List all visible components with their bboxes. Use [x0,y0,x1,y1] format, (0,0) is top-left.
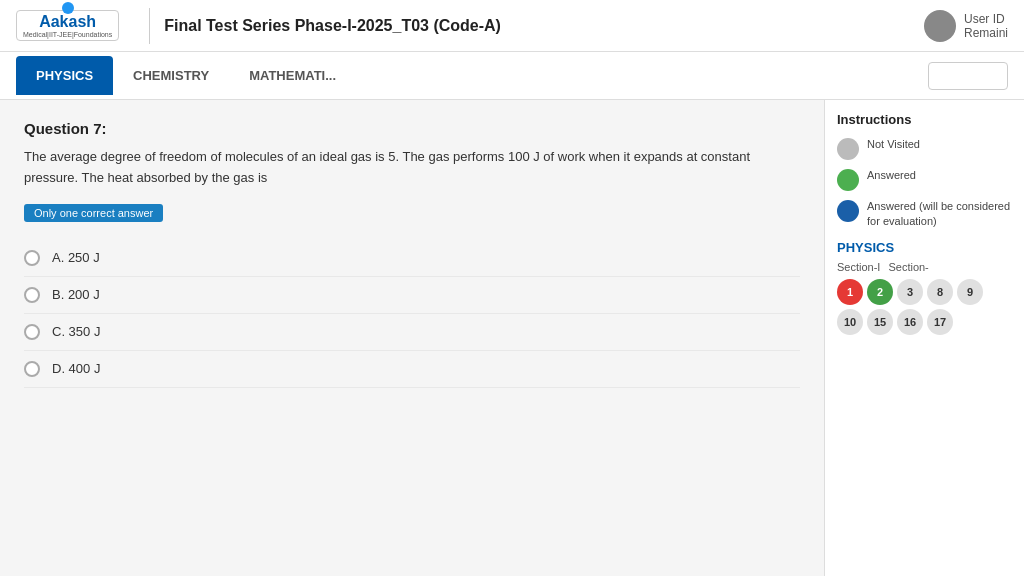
legend-not-visited-text: Not Visited [867,137,920,152]
option-b-label: B. 200 J [52,287,100,302]
header-divider [149,8,150,44]
legend-answered: Answered [837,168,1012,191]
tabs-right-box [928,62,1008,90]
legend-not-visited: Not Visited [837,137,1012,160]
remain-label: Remaini [964,26,1008,40]
option-b-row[interactable]: B. 200 J [24,277,800,314]
num-btn-15[interactable]: 15 [867,309,893,335]
user-label: User ID [964,12,1008,26]
section-ii-label[interactable]: Section- [888,261,928,273]
section-sublabels: Section-I Section- [837,261,1012,273]
num-btn-10[interactable]: 10 [837,309,863,335]
num-btn-8[interactable]: 8 [927,279,953,305]
right-sidebar: Instructions Not Visited Answered Answer… [824,100,1024,576]
header-title: Final Test Series Phase-I-2025_T03 (Code… [164,17,924,35]
user-info: User ID Remaini [924,10,1008,42]
legend-answered-text: Answered [867,168,916,183]
tabs-bar: PHYSICS CHEMISTRY MATHEMATI... [0,52,1024,100]
legend-answered-eval: Answered (will be considered for evaluat… [837,199,1012,230]
option-c-row[interactable]: C. 350 J [24,314,800,351]
tab-mathematics[interactable]: MATHEMATI... [229,56,356,95]
logo-sub: Medical|IIT-JEE|Foundations [23,31,112,38]
section-physics-label: PHYSICS [837,240,1012,255]
sidebar-instructions: Instructions [837,112,1012,127]
logo-area: Aakash Medical|IIT-JEE|Foundations [16,10,119,41]
num-btn-9[interactable]: 9 [957,279,983,305]
num-btn-17[interactable]: 17 [927,309,953,335]
legend-gray-circle [837,138,859,160]
logo-box: Aakash Medical|IIT-JEE|Foundations [16,10,119,41]
main-layout: Question 7: The average degree of freedo… [0,100,1024,576]
option-a-radio[interactable] [24,250,40,266]
number-grid: 1 2 3 8 9 10 15 16 17 [837,279,1012,335]
option-a-label: A. 250 J [52,250,100,265]
option-c-label: C. 350 J [52,324,100,339]
option-c-radio[interactable] [24,324,40,340]
question-number: Question 7: [24,120,800,137]
option-d-row[interactable]: D. 400 J [24,351,800,388]
option-d-label: D. 400 J [52,361,100,376]
avatar [924,10,956,42]
option-b-radio[interactable] [24,287,40,303]
legend-blue-circle [837,200,859,222]
question-area: Question 7: The average degree of freedo… [0,100,824,576]
num-btn-3[interactable]: 3 [897,279,923,305]
option-a-row[interactable]: A. 250 J [24,240,800,277]
option-d-radio[interactable] [24,361,40,377]
legend-green-circle [837,169,859,191]
logo-name: Aakash [39,13,96,31]
tab-chemistry[interactable]: CHEMISTRY [113,56,229,95]
tab-physics[interactable]: PHYSICS [16,56,113,95]
section-i-label[interactable]: Section-I [837,261,880,273]
num-btn-16[interactable]: 16 [897,309,923,335]
answer-type-badge: Only one correct answer [24,204,163,222]
num-btn-1[interactable]: 1 [837,279,863,305]
header: Aakash Medical|IIT-JEE|Foundations Final… [0,0,1024,52]
question-text: The average degree of freedom of molecul… [24,147,800,189]
legend-eval-text: Answered (will be considered for evaluat… [867,199,1012,230]
num-btn-2[interactable]: 2 [867,279,893,305]
